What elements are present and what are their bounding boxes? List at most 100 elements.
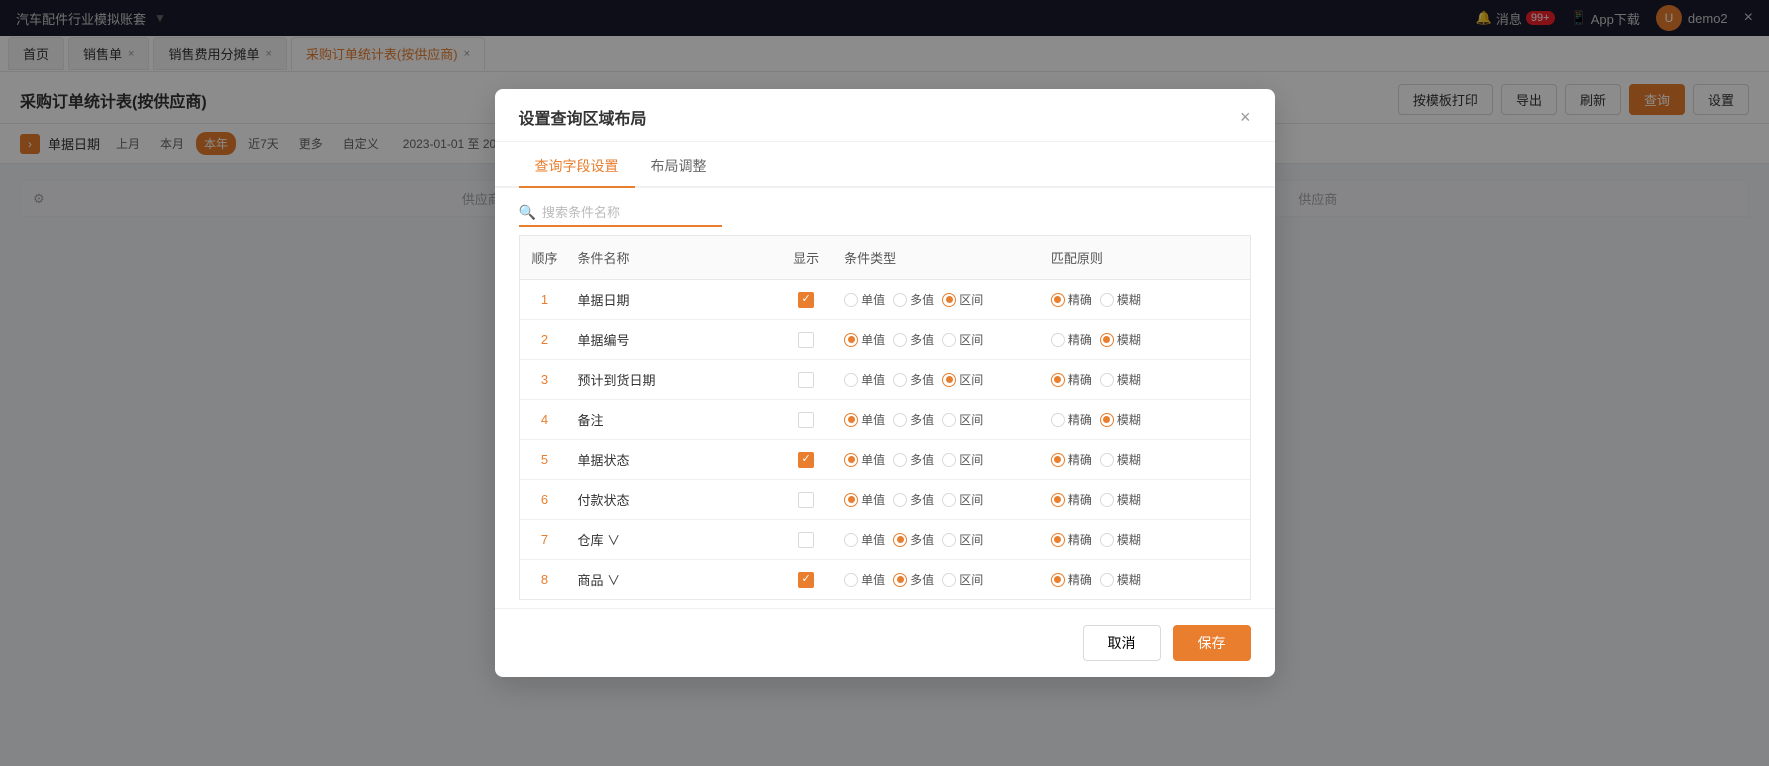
radio-match-模糊-7[interactable]: 模糊	[1100, 571, 1141, 588]
radio-match-模糊-3[interactable]: 模糊	[1100, 411, 1141, 428]
th-name: 条件名称	[570, 244, 777, 271]
radio-type-单值-0[interactable]: 单值	[844, 291, 885, 308]
radio-type-区间-7[interactable]: 区间	[942, 571, 983, 588]
radio-match-精确-7[interactable]: 精确	[1051, 571, 1092, 588]
radio-match-精确-6[interactable]: 精确	[1051, 531, 1092, 548]
modal-overlay: 设置查询区域布局 × 查询字段设置 布局调整 🔍 顺序 条件名称 显示 条件类型…	[0, 0, 1769, 766]
radio-match-模糊-2[interactable]: 模糊	[1100, 371, 1141, 388]
row-match-5: 精确模糊	[1043, 487, 1250, 512]
row-type-7: 单值多值区间	[836, 567, 1043, 592]
checkbox-3[interactable]	[798, 412, 814, 428]
radio-type-单值-5[interactable]: 单值	[844, 491, 885, 508]
row-checkbox-2[interactable]	[776, 368, 836, 392]
radio-type-多值-2[interactable]: 多值	[893, 371, 934, 388]
radio-match-模糊-4[interactable]: 模糊	[1100, 451, 1141, 468]
row-name-6: 仓库 ∨	[570, 526, 777, 553]
radio-type-单值-1[interactable]: 单值	[844, 331, 885, 348]
table-row: 6付款状态单值多值区间精确模糊	[520, 480, 1250, 520]
radio-match-模糊-6[interactable]: 模糊	[1100, 531, 1141, 548]
radio-match-精确-1[interactable]: 精确	[1051, 331, 1092, 348]
radio-type-区间-2[interactable]: 区间	[942, 371, 983, 388]
checkbox-1[interactable]	[798, 332, 814, 348]
table-row: 8商品 ∨单值多值区间精确模糊	[520, 560, 1250, 600]
radio-type-区间-0[interactable]: 区间	[942, 291, 983, 308]
checkbox-2[interactable]	[798, 372, 814, 388]
radio-type-区间-6[interactable]: 区间	[942, 531, 983, 548]
row-order-6: 7	[520, 528, 570, 551]
radio-type-单值-6[interactable]: 单值	[844, 531, 885, 548]
modal-tab-layout-adjust[interactable]: 布局调整	[635, 146, 723, 188]
radio-type-多值-3[interactable]: 多值	[893, 411, 934, 428]
checkbox-0[interactable]	[798, 292, 814, 308]
search-input[interactable]	[542, 205, 722, 220]
row-type-2: 单值多值区间	[836, 367, 1043, 392]
th-match: 匹配原则	[1043, 244, 1250, 271]
radio-type-多值-1[interactable]: 多值	[893, 331, 934, 348]
modal-tab-query-fields[interactable]: 查询字段设置	[519, 146, 635, 188]
radio-match-模糊-1[interactable]: 模糊	[1100, 331, 1141, 348]
radio-match-精确-5[interactable]: 精确	[1051, 491, 1092, 508]
row-checkbox-3[interactable]	[776, 408, 836, 432]
modal-close-btn[interactable]: ×	[1240, 108, 1251, 126]
radio-type-区间-5[interactable]: 区间	[942, 491, 983, 508]
radio-match-精确-3[interactable]: 精确	[1051, 411, 1092, 428]
radio-type-多值-0[interactable]: 多值	[893, 291, 934, 308]
row-match-7: 精确模糊	[1043, 567, 1250, 592]
radio-type-区间-1[interactable]: 区间	[942, 331, 983, 348]
modal-table: 顺序 条件名称 显示 条件类型 匹配原则 1单据日期单值多值区间精确模糊2单据编…	[495, 235, 1275, 600]
row-match-6: 精确模糊	[1043, 527, 1250, 552]
radio-type-单值-4[interactable]: 单值	[844, 451, 885, 468]
row-type-0: 单值多值区间	[836, 287, 1043, 312]
checkbox-7[interactable]	[798, 572, 814, 588]
table-row: 5单据状态 单值多值区间 精确模糊	[520, 440, 1250, 480]
row-match-4: 精确模糊	[1043, 447, 1250, 472]
radio-type-区间-3[interactable]: 区间	[942, 411, 983, 428]
radio-match-模糊-0[interactable]: 模糊	[1100, 291, 1141, 308]
radio-match-精确-2[interactable]: 精确	[1051, 371, 1092, 388]
radio-type-区间-4[interactable]: 区间	[942, 451, 983, 468]
row-order-0: 1	[520, 288, 570, 311]
row-checkbox-6[interactable]	[776, 528, 836, 552]
row-type-3: 单值多值区间	[836, 407, 1043, 432]
row-order-5: 6	[520, 488, 570, 511]
row-checkbox-1[interactable]	[776, 328, 836, 352]
radio-type-多值-4[interactable]: 多值	[893, 451, 934, 468]
checkbox-5[interactable]	[798, 492, 814, 508]
radio-type-多值-7[interactable]: 多值	[893, 571, 934, 588]
radio-type-单值-2[interactable]: 单值	[844, 371, 885, 388]
row-name-0: 单据日期	[570, 286, 777, 313]
row-type-5: 单值多值区间	[836, 487, 1043, 512]
radio-type-单值-3[interactable]: 单值	[844, 411, 885, 428]
row-match-2: 精确模糊	[1043, 367, 1250, 392]
save-btn[interactable]: 保存	[1173, 625, 1251, 661]
radio-match-精确-4[interactable]: 精确	[1051, 451, 1092, 468]
radio-match-模糊-5[interactable]: 模糊	[1100, 491, 1141, 508]
table-row: 4备注单值多值区间精确模糊	[520, 400, 1250, 440]
row-name-2: 预计到货日期	[570, 366, 777, 393]
cancel-btn[interactable]: 取消	[1083, 625, 1161, 661]
table-row: 3预计到货日期单值多值区间精确模糊	[520, 360, 1250, 400]
row-type-1: 单值多值区间	[836, 327, 1043, 352]
checkbox-4[interactable]	[798, 452, 814, 468]
modal-title: 设置查询区域布局	[519, 105, 647, 129]
row-order-3: 4	[520, 408, 570, 431]
row-checkbox-7[interactable]	[776, 568, 836, 592]
row-name-4: 单据状态	[570, 446, 777, 473]
row-checkbox-0[interactable]	[776, 288, 836, 312]
modal-dialog: 设置查询区域布局 × 查询字段设置 布局调整 🔍 顺序 条件名称 显示 条件类型…	[495, 89, 1275, 677]
row-order-4: 5	[520, 448, 570, 471]
table-row: 1单据日期单值多值区间精确模糊	[520, 280, 1250, 320]
checkbox-6[interactable]	[798, 532, 814, 548]
radio-type-多值-5[interactable]: 多值	[893, 491, 934, 508]
row-order-1: 2	[520, 328, 570, 351]
radio-type-多值-6[interactable]: 多值	[893, 531, 934, 548]
radio-match-精确-0[interactable]: 精确	[1051, 291, 1092, 308]
table-row: 2单据编号单值多值区间精确模糊	[520, 320, 1250, 360]
row-checkbox-4[interactable]	[776, 448, 836, 472]
th-type: 条件类型	[836, 244, 1043, 271]
table-row: 7仓库 ∨ 单值多值区间 精确模糊	[520, 520, 1250, 560]
radio-type-单值-7[interactable]: 单值	[844, 571, 885, 588]
row-checkbox-5[interactable]	[776, 488, 836, 512]
th-order: 顺序	[520, 244, 570, 271]
row-match-0: 精确模糊	[1043, 287, 1250, 312]
